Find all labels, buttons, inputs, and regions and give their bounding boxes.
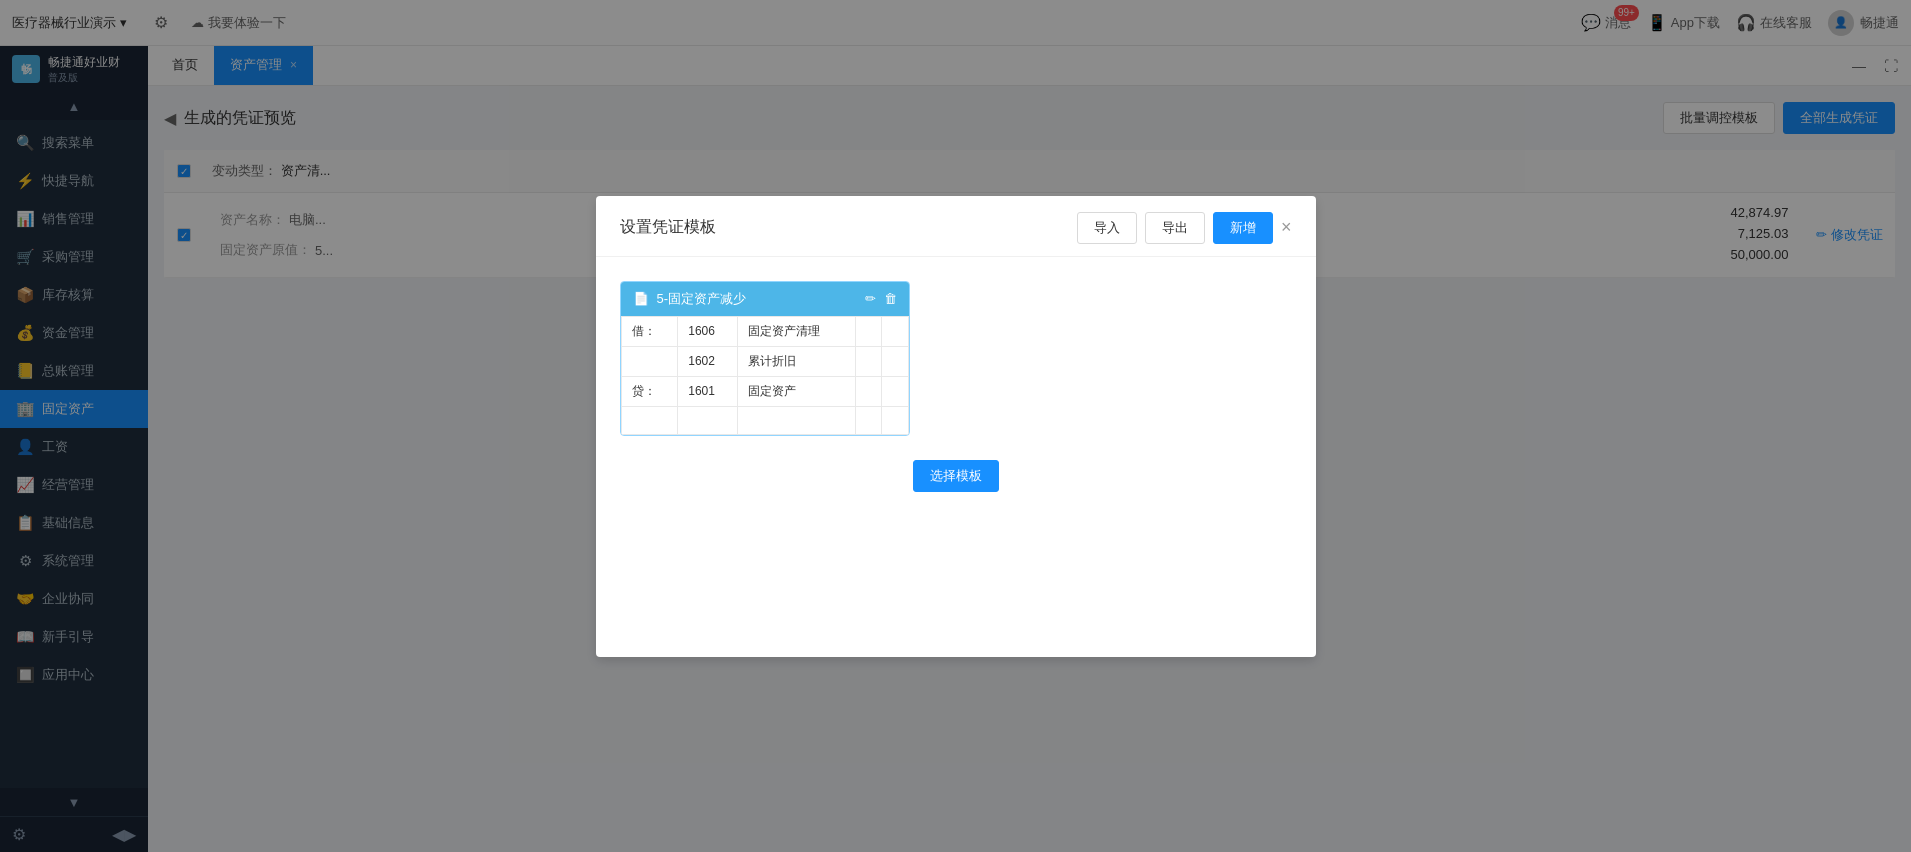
entry-credit-1 [881,346,908,376]
template-card-body: 借： 1606 固定资产清理 [621,316,909,435]
export-button[interactable]: 导出 [1145,212,1205,244]
entry-type-1 [621,346,678,376]
template-id: 5 [657,291,664,306]
edit-icon[interactable]: ✏ [865,291,876,306]
entry-debit-2 [855,376,881,406]
entry-code-0: 1606 [678,316,738,346]
template-entry-row-1: 1602 累计折旧 [621,346,908,376]
entry-debit-1 [855,346,881,376]
template-card-header-left: 📄 5-固定资产减少 [633,290,747,308]
entry-type-3 [621,406,678,434]
template-name: 5-固定资产减少 [657,290,747,308]
delete-icon[interactable]: 🗑 [884,291,897,306]
entry-code-3 [678,406,738,434]
main-layout: 畅 畅捷通好业财 普及版 ▲ 🔍 搜索菜单 ⚡ 快捷导航 📊 销售管理 [0,46,1911,852]
import-button[interactable]: 导入 [1077,212,1137,244]
select-template-section: 选择模板 [620,460,1292,492]
template-title: 固定资产减少 [668,291,746,306]
modal-header: 设置凭证模板 导入 导出 新增 × [596,196,1316,257]
modal-overlay: 设置凭证模板 导入 导出 新增 × [148,86,1911,852]
template-card[interactable]: 📄 5-固定资产减少 ✏ 🗑 [620,281,910,436]
modal-title: 设置凭证模板 [620,217,716,238]
entry-credit-3 [881,406,908,434]
page-content: ◀ 生成的凭证预览 批量调控模板 全部生成凭证 [148,86,1911,852]
modal-close-button[interactable]: × [1281,217,1292,238]
entry-subject-0: 固定资产清理 [738,316,855,346]
app-container: 医疗器械行业演示 ▾ ⚙ ☁ 我要体验一下 💬 消息 99+ 📱 App下载 🎧… [0,0,1911,852]
entry-code-1: 1602 [678,346,738,376]
template-card-header-actions: ✏ 🗑 [865,291,897,306]
entry-debit-0 [855,316,881,346]
entry-credit-0 [881,316,908,346]
new-template-button[interactable]: 新增 [1213,212,1273,244]
template-entry-row-2: 贷： 1601 固定资产 [621,376,908,406]
modal-header-actions: 导入 导出 新增 [1077,212,1273,244]
entry-subject-1: 累计折旧 [738,346,855,376]
entry-credit-2 [881,376,908,406]
entry-subject-3 [738,406,855,434]
content-area: 首页 资产管理 × — ⛶ ◀ 生成的凭证预览 [148,46,1911,852]
template-entry-row-0: 借： 1606 固定资产清理 [621,316,908,346]
entry-type-2: 贷： [621,376,678,406]
entry-subject-2: 固定资产 [738,376,855,406]
modal-dialog: 设置凭证模板 导入 导出 新增 × [596,196,1316,657]
modal-body: 📄 5-固定资产减少 ✏ 🗑 [596,257,1316,657]
template-entries-table: 借： 1606 固定资产清理 [621,316,909,435]
template-file-icon: 📄 [633,291,649,306]
template-card-header: 📄 5-固定资产减少 ✏ 🗑 [621,282,909,316]
template-entry-row-3 [621,406,908,434]
entry-debit-3 [855,406,881,434]
select-template-button[interactable]: 选择模板 [913,460,999,492]
template-list: 📄 5-固定资产减少 ✏ 🗑 [620,281,1292,436]
entry-code-2: 1601 [678,376,738,406]
entry-type-0: 借： [621,316,678,346]
modal-header-right: 导入 导出 新增 × [1077,212,1292,244]
